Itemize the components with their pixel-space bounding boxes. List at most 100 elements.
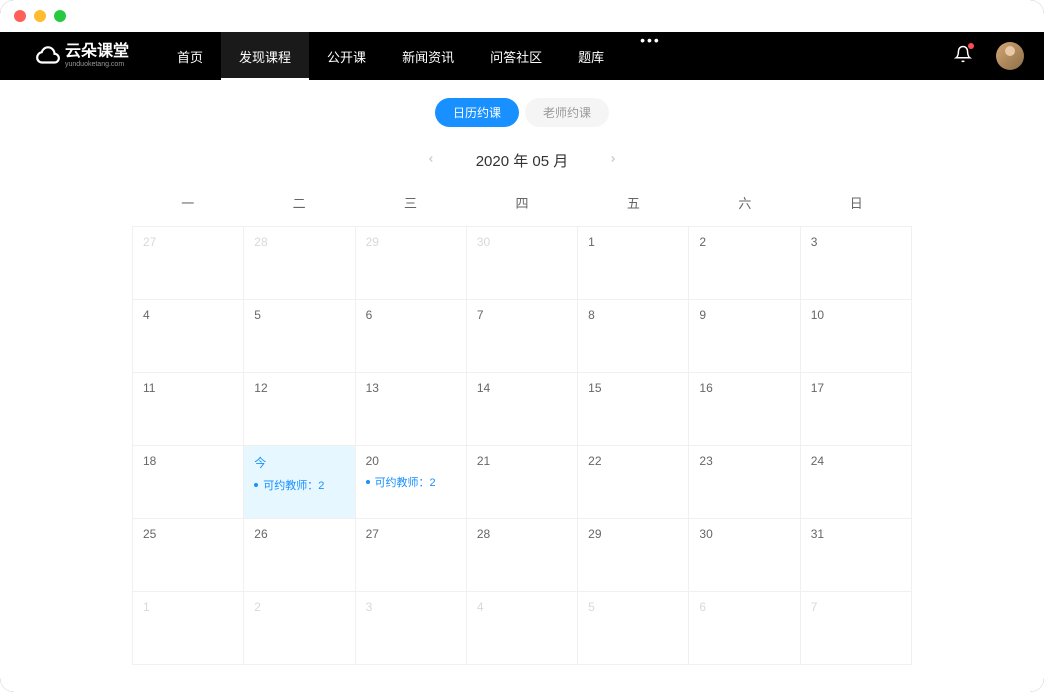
maximize-window-button[interactable]	[54, 10, 66, 22]
notification-dot-icon	[968, 43, 974, 49]
calendar-cell[interactable]: 28	[467, 519, 578, 592]
day-number: 29	[366, 235, 456, 249]
logo-main-text: 云朵课堂	[65, 44, 129, 60]
weekday-mon: 一	[132, 187, 243, 218]
weekday-tue: 二	[243, 187, 354, 218]
calendar-cell[interactable]: 14	[467, 373, 578, 446]
available-teachers-badge[interactable]: 可约教师：2	[366, 474, 456, 490]
calendar-grid: 27282930123456789101112131415161718今可约教师…	[132, 226, 912, 665]
calendar-cell[interactable]: 1	[133, 592, 244, 665]
calendar-cell[interactable]: 16	[689, 373, 800, 446]
notifications-button[interactable]	[954, 45, 972, 68]
day-number: 2	[254, 600, 344, 614]
calendar-cell[interactable]: 7	[467, 300, 578, 373]
calendar-cell[interactable]: 25	[133, 519, 244, 592]
calendar-cell[interactable]: 30	[689, 519, 800, 592]
day-number: 31	[811, 527, 901, 541]
tab-teacher-booking[interactable]: 老师约课	[525, 98, 609, 127]
nav-item-qa[interactable]: 问答社区	[472, 32, 560, 80]
calendar-cell[interactable]: 30	[467, 227, 578, 300]
calendar-cell[interactable]: 3	[356, 592, 467, 665]
nav-item-question-bank[interactable]: 题库	[560, 32, 622, 80]
day-number: 28	[477, 527, 567, 541]
calendar-cell[interactable]: 28	[244, 227, 355, 300]
calendar-cell[interactable]: 27	[356, 519, 467, 592]
day-number: 7	[477, 308, 567, 322]
content: 日历约课 老师约课 2020 年 05 月 一 二 三 四 五 六 日 2728…	[0, 80, 1044, 692]
day-number: 22	[588, 454, 678, 468]
day-number: 14	[477, 381, 567, 395]
day-number: 10	[811, 308, 901, 322]
calendar-cell[interactable]: 15	[578, 373, 689, 446]
day-number: 4	[477, 600, 567, 614]
nav-item-open-class[interactable]: 公开课	[309, 32, 384, 80]
calendar-cell[interactable]: 4	[133, 300, 244, 373]
weekday-sat: 六	[689, 187, 800, 218]
calendar-cell[interactable]: 2	[689, 227, 800, 300]
calendar-cell[interactable]: 3	[801, 227, 912, 300]
nav-item-news[interactable]: 新闻资讯	[384, 32, 472, 80]
minimize-window-button[interactable]	[34, 10, 46, 22]
calendar-cell[interactable]: 18	[133, 446, 244, 519]
calendar-cell[interactable]: 23	[689, 446, 800, 519]
calendar-cell[interactable]: 13	[356, 373, 467, 446]
weekday-header: 一 二 三 四 五 六 日	[132, 187, 912, 218]
day-number: 24	[811, 454, 901, 468]
calendar-cell[interactable]: 今可约教师：2	[244, 446, 355, 519]
day-number: 20	[366, 454, 456, 468]
calendar-cell[interactable]: 6	[689, 592, 800, 665]
calendar-cell[interactable]: 12	[244, 373, 355, 446]
calendar-cell[interactable]: 7	[801, 592, 912, 665]
prev-month-button[interactable]	[422, 149, 440, 171]
calendar-cell[interactable]: 26	[244, 519, 355, 592]
calendar-cell[interactable]: 4	[467, 592, 578, 665]
close-window-button[interactable]	[14, 10, 26, 22]
nav-more-button[interactable]: •••	[622, 32, 679, 80]
calendar-cell[interactable]: 6	[356, 300, 467, 373]
day-number: 12	[254, 381, 344, 395]
day-number: 18	[143, 454, 233, 468]
calendar-cell[interactable]: 9	[689, 300, 800, 373]
day-number: 6	[366, 308, 456, 322]
calendar-cell[interactable]: 22	[578, 446, 689, 519]
logo-sub-text: yunduoketang.com	[65, 61, 129, 68]
calendar-cell[interactable]: 29	[578, 519, 689, 592]
calendar-cell[interactable]: 24	[801, 446, 912, 519]
calendar-cell[interactable]: 20 可约教师：2	[356, 446, 467, 519]
weekday-fri: 五	[578, 187, 689, 218]
calendar: 一 二 三 四 五 六 日 27282930123456789101112131…	[132, 187, 912, 665]
calendar-cell[interactable]: 27	[133, 227, 244, 300]
calendar-cell[interactable]: 29	[356, 227, 467, 300]
calendar-cell[interactable]: 31	[801, 519, 912, 592]
nav-right	[954, 42, 1024, 70]
weekday-sun: 日	[801, 187, 912, 218]
day-number: 23	[699, 454, 789, 468]
logo[interactable]: 云朵课堂 yunduoketang.com	[35, 43, 129, 69]
window-frame: 云朵课堂 yunduoketang.com 首页 发现课程 公开课 新闻资讯 问…	[0, 0, 1044, 692]
calendar-cell[interactable]: 8	[578, 300, 689, 373]
calendar-cell[interactable]: 17	[801, 373, 912, 446]
day-number: 25	[143, 527, 233, 541]
calendar-cell[interactable]: 5	[578, 592, 689, 665]
day-number: 29	[588, 527, 678, 541]
cloud-logo-icon	[35, 43, 61, 69]
day-number: 21	[477, 454, 567, 468]
calendar-cell[interactable]: 10	[801, 300, 912, 373]
calendar-cell[interactable]: 21	[467, 446, 578, 519]
tab-calendar-booking[interactable]: 日历约课	[435, 98, 519, 127]
day-number: 15	[588, 381, 678, 395]
day-number: 1	[588, 235, 678, 249]
calendar-cell[interactable]: 1	[578, 227, 689, 300]
day-number: 5	[254, 308, 344, 322]
next-month-button[interactable]	[604, 149, 622, 171]
nav-item-discover-courses[interactable]: 发现课程	[221, 32, 309, 80]
chevron-left-icon	[426, 154, 436, 164]
available-teachers-badge[interactable]: 可约教师：2	[254, 477, 344, 493]
day-number: 27	[143, 235, 233, 249]
calendar-cell[interactable]: 11	[133, 373, 244, 446]
calendar-cell[interactable]: 5	[244, 300, 355, 373]
day-number: 28	[254, 235, 344, 249]
user-avatar[interactable]	[996, 42, 1024, 70]
nav-item-home[interactable]: 首页	[159, 32, 221, 80]
calendar-cell[interactable]: 2	[244, 592, 355, 665]
